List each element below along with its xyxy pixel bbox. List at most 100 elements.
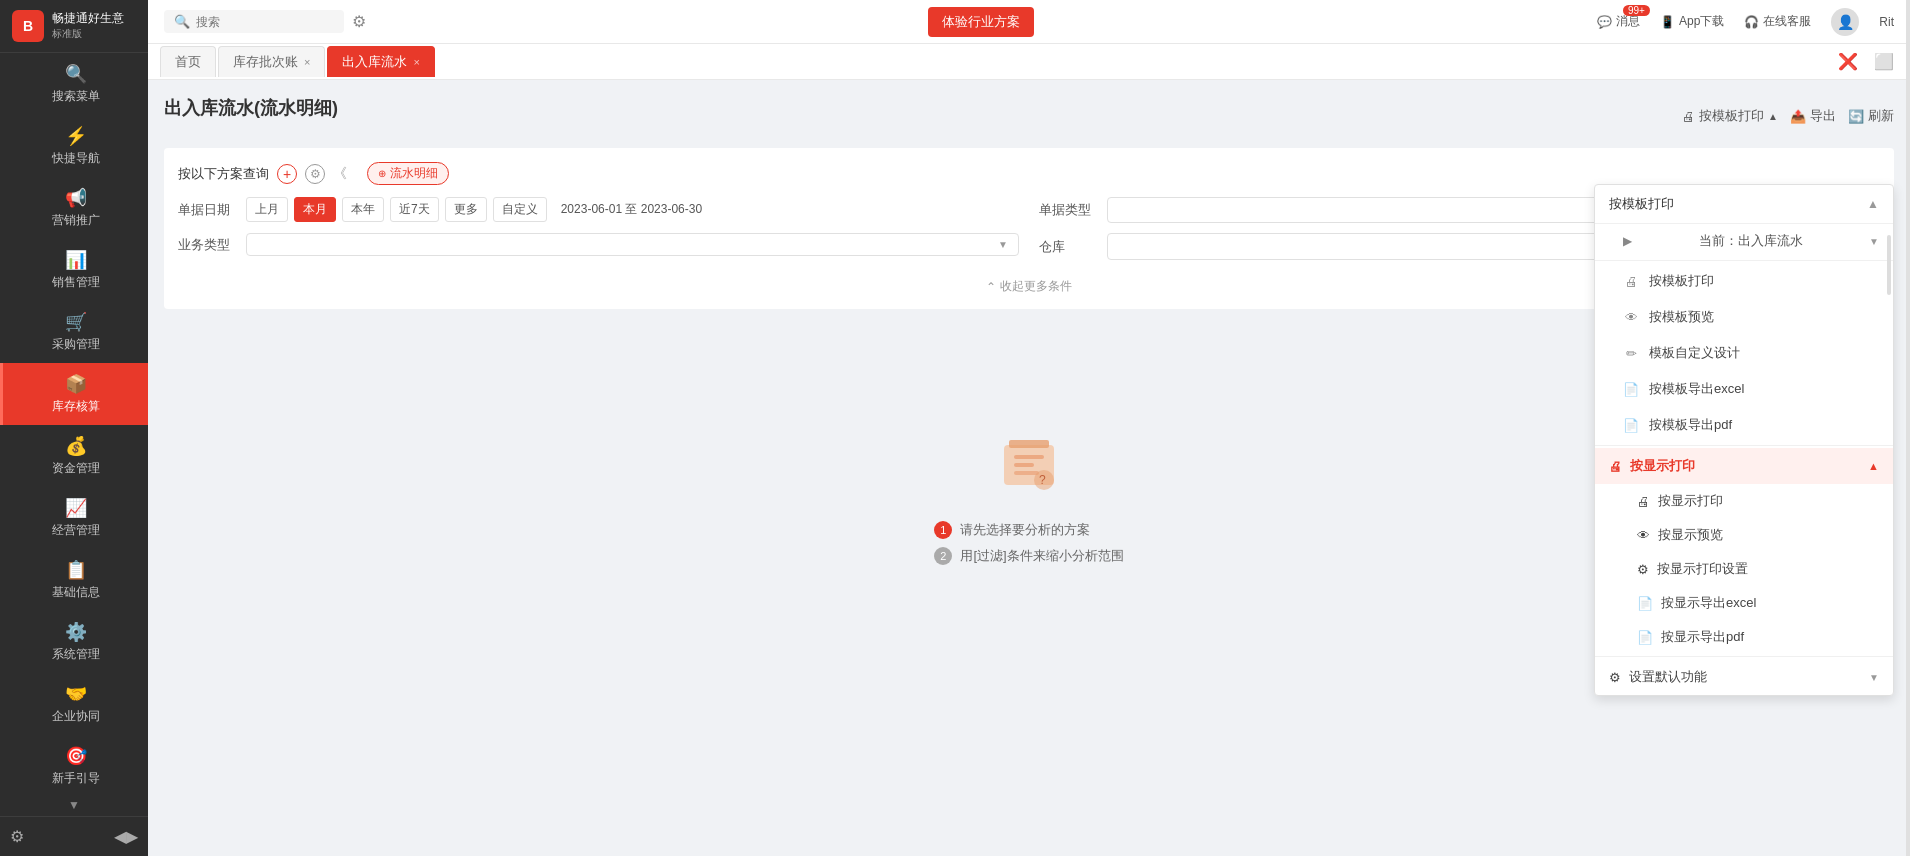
- dp-divider-1: [1595, 260, 1893, 261]
- template-pdf-icon: 📄: [1623, 417, 1639, 433]
- header-settings-icon[interactable]: ⚙: [352, 12, 366, 31]
- dropdown-item-display-print[interactable]: 🖨 按显示打印: [1595, 484, 1893, 518]
- tab-flow-close[interactable]: ×: [413, 56, 419, 68]
- system-icon: ⚙️: [65, 621, 87, 643]
- tab-flow[interactable]: 出入库流水 ×: [327, 46, 434, 77]
- date-filter: 上月 本月 本年 近7天 更多 自定义 2023-06-01 至 2023-06…: [246, 197, 1019, 222]
- display-section-text: 按显示打印: [1630, 457, 1695, 475]
- sidebar-item-operations[interactable]: 📈 经营管理: [0, 487, 148, 549]
- dropdown-collapse-icon[interactable]: ▲: [1867, 197, 1879, 211]
- header-right: 💬 消息 99+ 📱 App下载 🎧 在线客服 👤 Rit: [1597, 8, 1894, 36]
- tab-batch-close[interactable]: ×: [304, 56, 310, 68]
- collab-icon: 🤝: [65, 683, 87, 705]
- collapse-sidebar-icon[interactable]: ◀▶: [114, 827, 138, 846]
- current-label: 当前：出入库流水: [1699, 232, 1803, 250]
- filter-label: 按以下方案查询: [178, 165, 269, 183]
- display-preview-label: 按显示预览: [1658, 526, 1723, 544]
- selected-filter-tag: ⊕ 流水明细: [367, 162, 449, 185]
- sidebar-item-marketing[interactable]: 📢 营销推广: [0, 177, 148, 239]
- display-settings-label: 按显示打印设置: [1657, 560, 1748, 578]
- sidebar-item-label: 系统管理: [52, 646, 100, 663]
- filter-add-button[interactable]: +: [277, 164, 297, 184]
- business-arrow-icon: ▼: [998, 239, 1008, 250]
- print-template-button[interactable]: 🖨 按模板打印 ▲: [1682, 107, 1778, 125]
- tab-batch[interactable]: 库存批次账 ×: [218, 46, 325, 77]
- template-print-icon: 🖨: [1623, 273, 1639, 289]
- message-icon: 💬: [1597, 15, 1612, 29]
- dropdown-item-display-preview[interactable]: 👁 按显示预览: [1595, 518, 1893, 552]
- dropdown-item-display-settings[interactable]: ⚙ 按显示打印设置: [1595, 552, 1893, 586]
- message-button[interactable]: 💬 消息 99+: [1597, 13, 1640, 30]
- settings-bottom-icon[interactable]: ⚙: [10, 827, 24, 846]
- tag-icon: ⊕: [378, 168, 386, 179]
- display-excel-icon: 📄: [1637, 596, 1653, 611]
- dropdown-scrollbar[interactable]: [1887, 225, 1891, 693]
- date-prev-month-button[interactable]: 上月: [246, 197, 288, 222]
- dropdown-item-template-custom[interactable]: ✏ 模板自定义设计: [1595, 335, 1893, 371]
- date-this-month-button[interactable]: 本月: [294, 197, 336, 222]
- dropdown-item-display-pdf[interactable]: 📄 按显示导出pdf: [1595, 620, 1893, 654]
- app-download-button[interactable]: 📱 App下载: [1660, 13, 1724, 30]
- user-avatar[interactable]: 👤: [1831, 8, 1859, 36]
- template-custom-label: 模板自定义设计: [1649, 344, 1740, 362]
- tab-home[interactable]: 首页: [160, 46, 216, 77]
- selected-filter-label: 流水明细: [390, 165, 438, 182]
- display-print-label: 按显示打印: [1658, 492, 1723, 510]
- sidebar-item-shortcut[interactable]: ⚡ 快捷导航: [0, 115, 148, 177]
- warehouse-label: 仓库: [1039, 238, 1099, 256]
- tab-maximize-button[interactable]: ⬜: [1870, 50, 1898, 73]
- export-button[interactable]: 📤 导出: [1790, 107, 1836, 125]
- display-excel-label: 按显示导出excel: [1661, 594, 1756, 612]
- dp-divider-3: [1595, 656, 1893, 657]
- sidebar-item-finance[interactable]: 💰 资金管理: [0, 425, 148, 487]
- sidebar-item-purchase[interactable]: 🛒 采购管理: [0, 301, 148, 363]
- online-service-button[interactable]: 🎧 在线客服: [1744, 13, 1811, 30]
- date-recent7-button[interactable]: 近7天: [390, 197, 439, 222]
- step2-text: 用[过滤]条件来缩小分析范围: [960, 547, 1123, 565]
- sales-icon: 📊: [65, 249, 87, 271]
- tab-restore-button[interactable]: ❌: [1834, 50, 1862, 73]
- sidebar-item-system[interactable]: ⚙️ 系统管理: [0, 611, 148, 673]
- date-custom-button[interactable]: 自定义: [493, 197, 547, 222]
- sidebar-item-guide[interactable]: 🎯 新手引导: [0, 735, 148, 794]
- step1-num: 1: [934, 521, 952, 539]
- sidebar-item-search[interactable]: 🔍 搜索菜单: [0, 53, 148, 115]
- dropdown-item-template-excel[interactable]: 📄 按模板导出excel: [1595, 371, 1893, 407]
- shortcut-icon: ⚡: [65, 125, 87, 147]
- display-settings-icon: ⚙: [1637, 562, 1649, 577]
- filter-settings-button[interactable]: ⚙: [305, 164, 325, 184]
- sidebar-item-collab[interactable]: 🤝 企业协同: [0, 673, 148, 735]
- dropdown-item-display-excel[interactable]: 📄 按显示导出excel: [1595, 586, 1893, 620]
- dropdown-item-template-pdf[interactable]: 📄 按模板导出pdf: [1595, 407, 1893, 443]
- business-select[interactable]: ▼: [246, 233, 1019, 256]
- sidebar-item-sales[interactable]: 📊 销售管理: [0, 239, 148, 301]
- set-default-arrow-icon: ▼: [1869, 672, 1879, 683]
- collapse-up-icon: ⌃: [986, 280, 996, 294]
- dropdown-item-template-preview[interactable]: 👁 按模板预览: [1595, 299, 1893, 335]
- dropdown-scrollbar-thumb: [1887, 235, 1891, 295]
- search-input[interactable]: [196, 15, 316, 29]
- date-label: 单据日期: [178, 201, 238, 219]
- refresh-button[interactable]: 🔄 刷新: [1848, 107, 1894, 125]
- filter-collapse-button[interactable]: 《: [333, 165, 347, 183]
- empty-steps-list: 1 请先选择要分析的方案 2 用[过滤]条件来缩小分析范围: [934, 521, 1123, 573]
- date-this-year-button[interactable]: 本年: [342, 197, 384, 222]
- sidebar-item-basic[interactable]: 📋 基础信息: [0, 549, 148, 611]
- trial-button[interactable]: 体验行业方案: [928, 7, 1034, 37]
- dropdown-item-set-default[interactable]: ⚙ 设置默认功能 ▼: [1595, 659, 1893, 695]
- dropdown-current[interactable]: ▶ 当前：出入库流水 ▼: [1595, 224, 1893, 258]
- display-section-header[interactable]: 🖨 按显示打印 ▲: [1595, 448, 1893, 484]
- display-pdf-icon: 📄: [1637, 630, 1653, 645]
- tab-flow-label: 出入库流水: [342, 53, 407, 71]
- tab-home-label: 首页: [175, 53, 201, 71]
- dropdown-item-template-print[interactable]: 🖨 按模板打印: [1595, 263, 1893, 299]
- sidebar-item-label: 搜索菜单: [52, 88, 100, 105]
- collapse-conditions-button[interactable]: ⌃ 收起更多条件: [986, 278, 1072, 295]
- sidebar-item-inventory[interactable]: 📦 库存核算: [0, 363, 148, 425]
- display-preview-icon: 👁: [1637, 528, 1650, 543]
- resize-handle[interactable]: [1906, 0, 1910, 856]
- date-more-button[interactable]: 更多: [445, 197, 487, 222]
- header-search-box[interactable]: 🔍: [164, 10, 344, 33]
- sidebar-scroll-down[interactable]: ▼: [0, 794, 148, 816]
- sidebar-scroll[interactable]: 🔍 搜索菜单 ⚡ 快捷导航 📢 营销推广 📊 销售管理 🛒 采购管理 📦 库存核…: [0, 53, 148, 794]
